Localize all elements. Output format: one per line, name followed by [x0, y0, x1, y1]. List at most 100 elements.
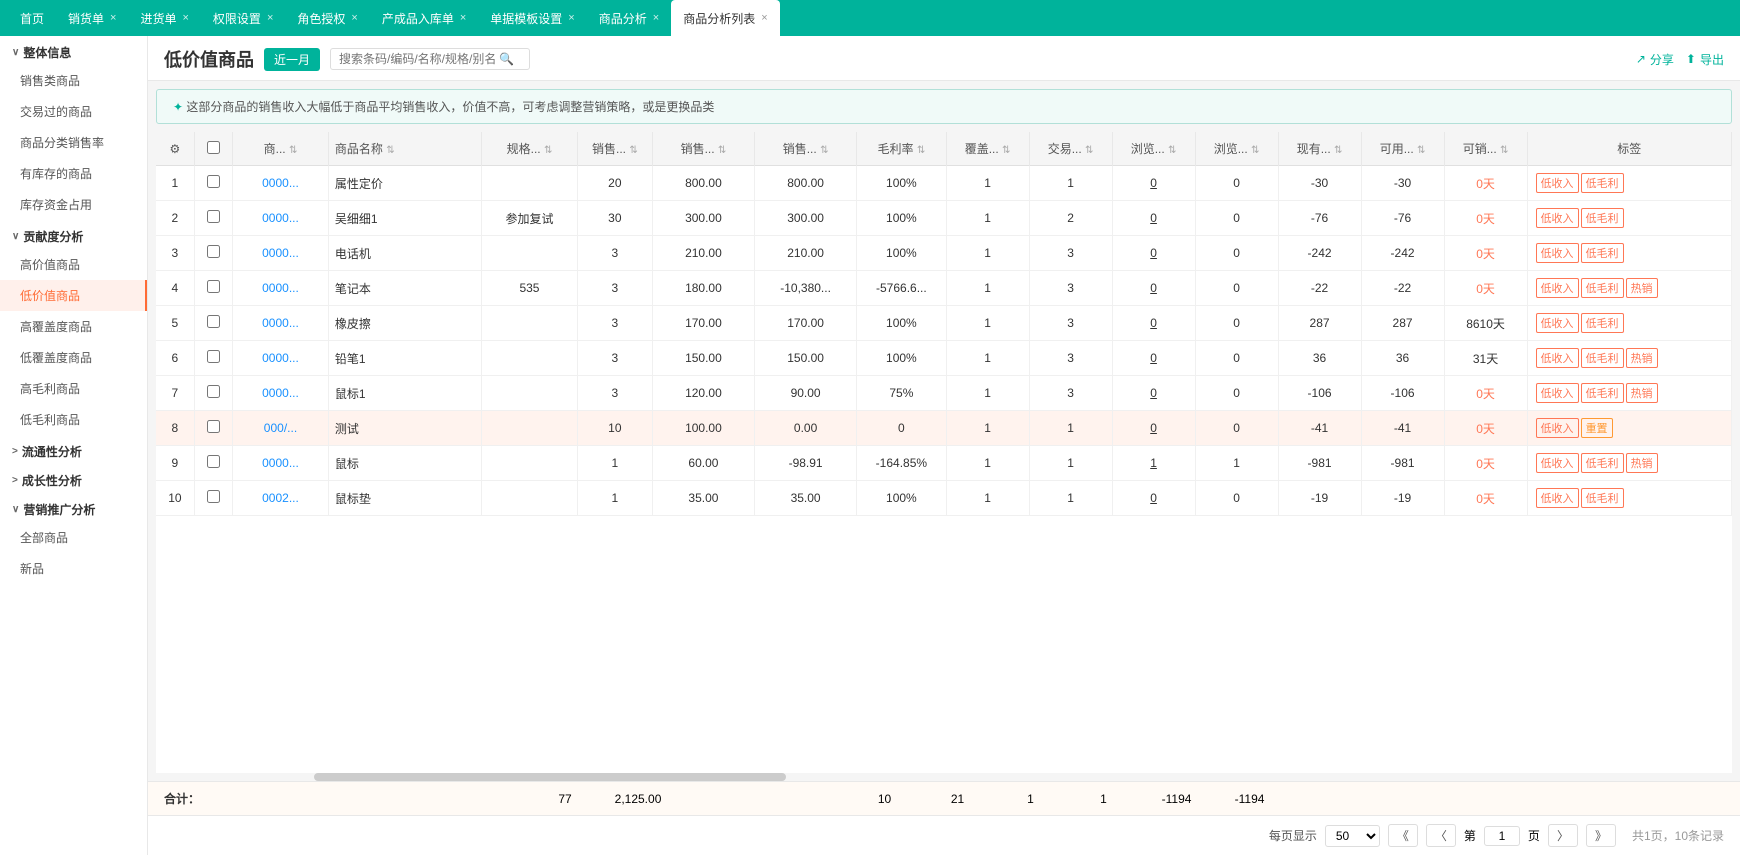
export-button[interactable]: ⬆ 导出 — [1686, 51, 1724, 68]
close-icon[interactable]: × — [267, 12, 273, 24]
sidebar-item-low-value[interactable]: 低价值商品 — [0, 280, 147, 311]
row-sale-qty: 1 — [577, 481, 652, 516]
row-browse1[interactable]: 0 — [1112, 411, 1195, 446]
first-page-button[interactable]: 《 — [1388, 824, 1418, 847]
nav-role-auth[interactable]: 角色授权 × — [285, 0, 369, 36]
stock-column-header[interactable]: 现有... ⇅ — [1278, 132, 1361, 166]
nav-purchase-order[interactable]: 进货单 × — [128, 0, 200, 36]
sale-ref-column-header[interactable]: 销售... ⇅ — [755, 132, 857, 166]
select-all-checkbox[interactable] — [207, 141, 220, 154]
row-checkbox[interactable] — [207, 210, 220, 223]
sidebar-group-growth[interactable]: > 成长性分析 — [0, 464, 147, 493]
row-checkbox[interactable] — [207, 175, 220, 188]
spec-column-header[interactable]: 规格... ⇅ — [482, 132, 578, 166]
last-page-button[interactable]: 》 — [1586, 824, 1616, 847]
sidebar-item-high-coverage[interactable]: 高覆盖度商品 — [0, 311, 147, 342]
row-stock: 36 — [1278, 341, 1361, 376]
sidebar-item-stock-funds[interactable]: 库存资金占用 — [0, 189, 147, 220]
tag: 热销 — [1626, 278, 1658, 298]
sidebar-item-traded-goods[interactable]: 交易过的商品 — [0, 96, 147, 127]
row-checkbox[interactable] — [207, 315, 220, 328]
name-column-header[interactable]: 商品名称 ⇅ — [328, 132, 481, 166]
row-tags: 低收入低毛利 — [1527, 481, 1731, 516]
row-browse1[interactable]: 0 — [1112, 271, 1195, 306]
row-browse1[interactable]: 0 — [1112, 201, 1195, 236]
per-page-select[interactable]: 50 100 — [1325, 825, 1380, 847]
close-icon[interactable]: × — [568, 12, 574, 24]
page-number-input[interactable] — [1484, 826, 1520, 846]
sale-amt-column-header[interactable]: 销售... ⇅ — [652, 132, 754, 166]
code-column-header[interactable]: 商... ⇅ — [233, 132, 329, 166]
row-checkbox[interactable] — [207, 455, 220, 468]
row-checkbox[interactable] — [207, 420, 220, 433]
sale-qty-column-header[interactable]: 销售... ⇅ — [577, 132, 652, 166]
tag: 低毛利 — [1581, 173, 1624, 193]
row-sale-ref: 150.00 — [755, 341, 857, 376]
close-icon[interactable]: × — [110, 12, 116, 24]
tag: 低毛利 — [1581, 243, 1624, 263]
nav-home[interactable]: 首页 — [8, 0, 56, 36]
row-browse1[interactable]: 1 — [1112, 446, 1195, 481]
row-num: 8 — [156, 411, 194, 446]
sidebar-item-low-margin[interactable]: 低毛利商品 — [0, 404, 147, 435]
checkbox-column-header[interactable] — [194, 132, 232, 166]
nav-template-settings[interactable]: 单据模板设置 × — [478, 0, 586, 36]
totals-label: 合计： — [164, 790, 200, 807]
sidebar-item-category-sales-rate[interactable]: 商品分类销售率 — [0, 127, 147, 158]
prev-page-button[interactable]: 〈 — [1426, 824, 1456, 847]
horizontal-scrollbar[interactable] — [156, 773, 1732, 781]
settings-column-header[interactable]: ⚙ — [156, 132, 194, 166]
tag: 低收入 — [1536, 418, 1579, 438]
sidebar-item-all-goods[interactable]: 全部商品 — [0, 522, 147, 553]
row-browse1[interactable]: 0 — [1112, 481, 1195, 516]
row-browse1[interactable]: 0 — [1112, 236, 1195, 271]
period-button[interactable]: 近一月 — [264, 48, 320, 71]
close-icon[interactable]: × — [460, 12, 466, 24]
close-icon[interactable]: × — [351, 12, 357, 24]
close-icon[interactable]: × — [653, 12, 659, 24]
nav-product-analysis[interactable]: 商品分析 × — [587, 0, 671, 36]
nav-product-inbound[interactable]: 产成品入库单 × — [370, 0, 478, 36]
nav-product-analysis-list[interactable]: 商品分析列表 × — [671, 0, 779, 36]
tag: 低收入 — [1536, 173, 1579, 193]
row-avail: -106 — [1361, 376, 1444, 411]
row-checkbox[interactable] — [207, 245, 220, 258]
close-icon[interactable]: × — [182, 12, 188, 24]
sidebar-group-contribution[interactable]: ∨ 贡献度分析 — [0, 220, 147, 249]
sidebar-item-high-margin[interactable]: 高毛利商品 — [0, 373, 147, 404]
nav-sales-order[interactable]: 销货单 × — [56, 0, 128, 36]
sidebar-item-new-goods[interactable]: 新品 — [0, 553, 147, 584]
per-page-label: 每页显示 — [1269, 827, 1317, 844]
avail-column-header[interactable]: 可用... ⇅ — [1361, 132, 1444, 166]
coverage-column-header[interactable]: 覆盖... ⇅ — [946, 132, 1029, 166]
sellable-column-header[interactable]: 可销... ⇅ — [1444, 132, 1527, 166]
sidebar-group-liquidity[interactable]: > 流通性分析 — [0, 435, 147, 464]
row-browse1[interactable]: 0 — [1112, 306, 1195, 341]
next-page-button[interactable]: 〉 — [1548, 824, 1578, 847]
nav-permission-settings[interactable]: 权限设置 × — [201, 0, 285, 36]
row-checkbox[interactable] — [207, 490, 220, 503]
margin-column-header[interactable]: 毛利率 ⇅ — [857, 132, 946, 166]
row-checkbox[interactable] — [207, 280, 220, 293]
row-browse1[interactable]: 0 — [1112, 166, 1195, 201]
row-stock: -22 — [1278, 271, 1361, 306]
browse1-column-header[interactable]: 浏览... ⇅ — [1112, 132, 1195, 166]
row-checkbox[interactable] — [207, 350, 220, 363]
close-icon[interactable]: × — [761, 12, 767, 24]
sidebar-item-stocked-goods[interactable]: 有库存的商品 — [0, 158, 147, 189]
trade-column-header[interactable]: 交易... ⇅ — [1029, 132, 1112, 166]
share-button[interactable]: ↗ 分享 — [1636, 51, 1674, 68]
scrollbar-thumb[interactable] — [314, 773, 787, 781]
sidebar-item-sales-goods[interactable]: 销售类商品 — [0, 65, 147, 96]
row-browse1[interactable]: 0 — [1112, 341, 1195, 376]
search-input[interactable] — [339, 52, 499, 66]
sidebar-group-marketing[interactable]: ∨ 营销推广分析 — [0, 493, 147, 522]
row-checkbox[interactable] — [207, 385, 220, 398]
search-icon[interactable]: 🔍 — [499, 52, 514, 66]
sidebar-group-overall[interactable]: ∨ 整体信息 — [0, 36, 147, 65]
row-browse1[interactable]: 0 — [1112, 376, 1195, 411]
browse2-column-header[interactable]: 浏览... ⇅ — [1195, 132, 1278, 166]
sidebar-item-low-coverage[interactable]: 低覆盖度商品 — [0, 342, 147, 373]
row-coverage: 1 — [946, 306, 1029, 341]
sidebar-item-high-value[interactable]: 高价值商品 — [0, 249, 147, 280]
